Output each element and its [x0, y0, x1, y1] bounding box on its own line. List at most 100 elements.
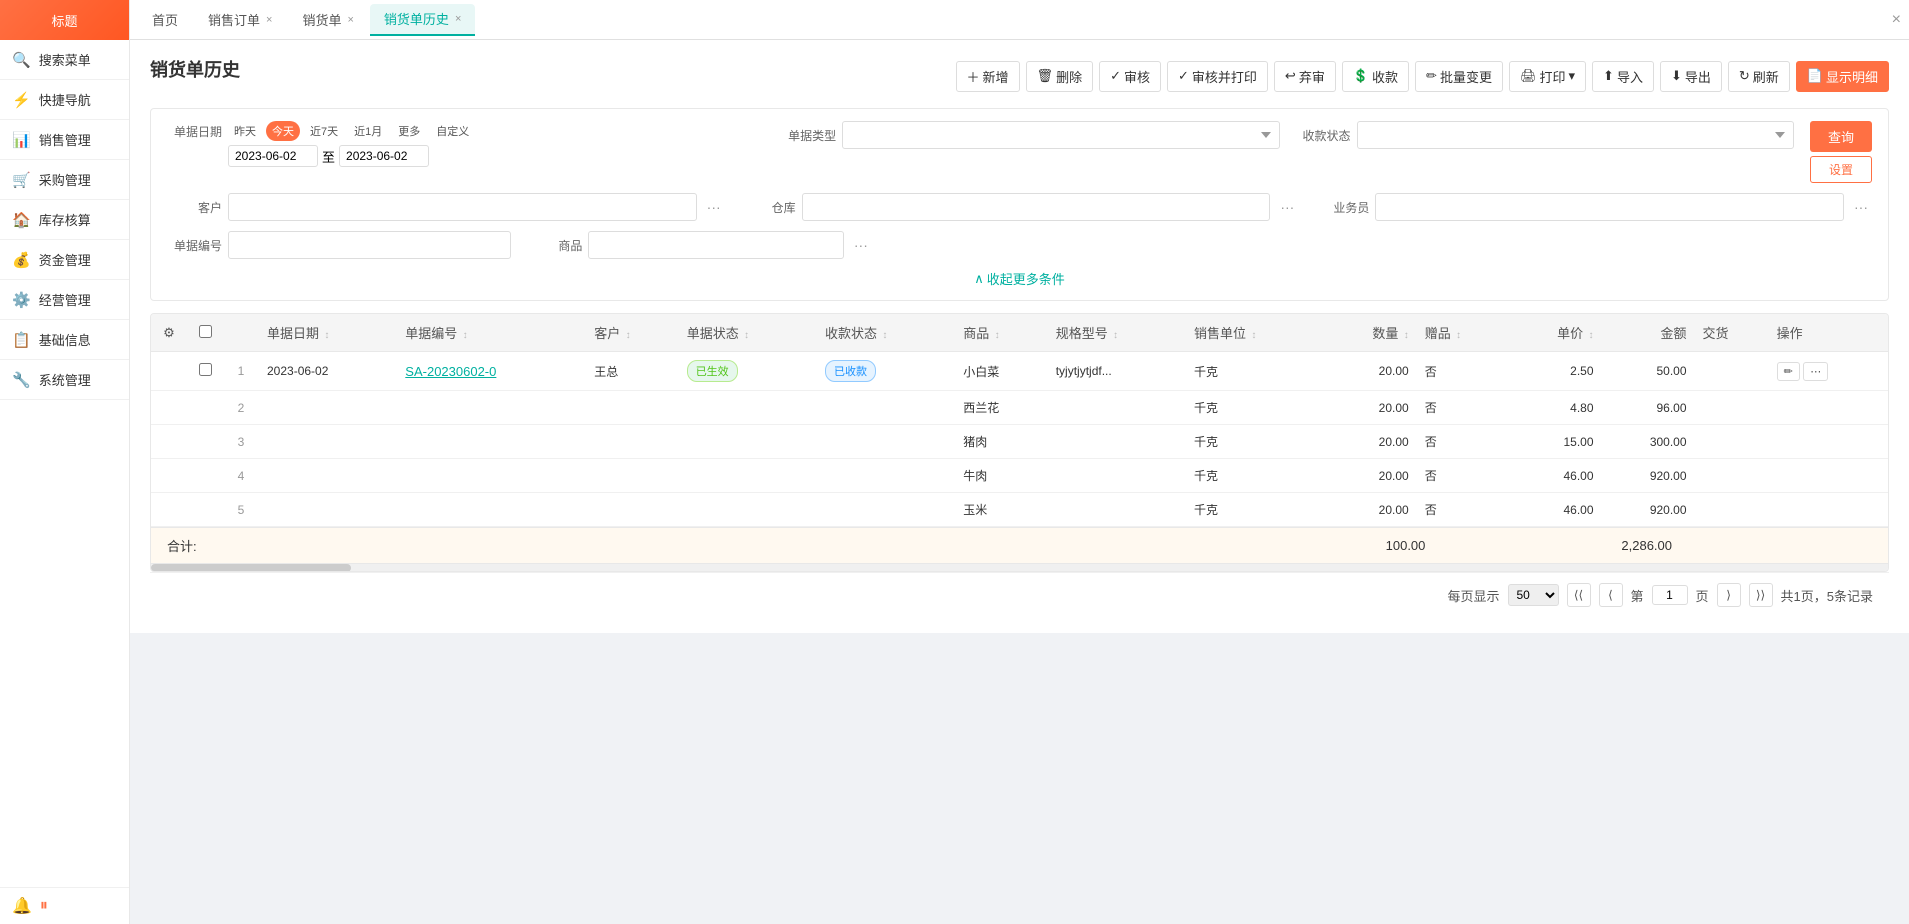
row-checkbox[interactable] [199, 363, 212, 376]
goods-cell: 西兰花 [955, 391, 1047, 425]
date-today[interactable]: 今天 [266, 121, 300, 141]
pay-status-badge: 已收款 [825, 360, 876, 382]
show-detail-button[interactable]: 📄 显示明细 [1796, 61, 1889, 92]
prev-page-button[interactable]: ⟨ [1599, 583, 1623, 607]
order-no-column[interactable]: 单据编号 ↕ [397, 314, 586, 352]
goods-column[interactable]: 商品 ↕ [955, 314, 1047, 352]
table-scrollbar-thumb[interactable] [151, 564, 351, 572]
customer-cell [586, 391, 678, 425]
gear-icon[interactable]: ⚙ [163, 325, 175, 340]
more-action[interactable]: ⋯ [1803, 362, 1828, 381]
gear-column[interactable]: ⚙ [151, 314, 187, 352]
tab-home[interactable]: 首页 [138, 4, 192, 36]
order-no-cell[interactable]: SA-20230602-0 [397, 352, 586, 391]
sidebar-item-inventory[interactable]: 🏠 库存核算 [0, 200, 129, 240]
search-menu-icon: 🔍 [12, 51, 31, 69]
date-to-input[interactable] [339, 145, 429, 167]
qty-column[interactable]: 数量 ↕ [1324, 314, 1416, 352]
order-no-input[interactable] [228, 231, 511, 259]
date-1month[interactable]: 近1月 [348, 121, 388, 141]
settings-button[interactable]: 设置 [1810, 156, 1872, 183]
unit-price-cell: 4.80 [1509, 391, 1601, 425]
pause-icon[interactable]: ⏸ [40, 897, 48, 915]
audit-button[interactable]: ✓ 审核 [1099, 61, 1161, 92]
notification-icon[interactable]: 🔔 [12, 896, 32, 916]
sidebar-item-label: 资金管理 [39, 250, 91, 269]
refresh-icon: ↻ [1739, 68, 1750, 84]
checkbox-column [187, 314, 223, 352]
unit-column[interactable]: 销售单位 ↕ [1186, 314, 1324, 352]
edit-action[interactable]: ✏ [1777, 362, 1800, 381]
doc-status-column[interactable]: 单据状态 ↕ [679, 314, 817, 352]
first-page-button[interactable]: ⟨⟨ [1567, 583, 1591, 607]
amount-column: 金额 [1602, 314, 1695, 352]
sidebar-logo[interactable]: 标题 [0, 0, 129, 40]
customer-column[interactable]: 客户 ↕ [586, 314, 678, 352]
unit-price-column[interactable]: 单价 ↕ [1509, 314, 1601, 352]
warehouse-input[interactable] [802, 193, 1271, 221]
amount-cell: 920.00 [1602, 493, 1695, 527]
abandon-button[interactable]: ↩ 弃审 [1274, 61, 1336, 92]
goods-pick-button[interactable]: ··· [850, 237, 872, 253]
sidebar-item-sales[interactable]: 📊 销售管理 [0, 120, 129, 160]
goods-input[interactable] [588, 231, 843, 259]
tab-history[interactable]: 销货单历史 × [370, 4, 475, 36]
page-number-input[interactable] [1652, 585, 1688, 605]
customer-label: 客户 [167, 199, 222, 216]
tab-sales-order[interactable]: 销售订单 × [194, 4, 286, 36]
window-close-icon[interactable]: × [1892, 11, 1901, 29]
sidebar-item-search-menu[interactable]: 🔍 搜索菜单 [0, 40, 129, 80]
gift-column[interactable]: 赠品 ↕ [1417, 314, 1509, 352]
pay-status-column[interactable]: 收款状态 ↕ [817, 314, 955, 352]
print-button[interactable]: 🖨 打印 ▾ [1509, 61, 1586, 92]
per-page-select[interactable]: 50 100 [1508, 584, 1559, 606]
date-from-input[interactable] [228, 145, 318, 167]
goods-sort-icon: ↕ [995, 330, 1000, 341]
export-button[interactable]: ⬇ 导出 [1660, 61, 1722, 92]
import-button[interactable]: ⬆ 导入 [1592, 61, 1654, 92]
staff-input[interactable] [1375, 193, 1844, 221]
refresh-button[interactable]: ↻ 刷新 [1728, 61, 1790, 92]
sidebar: 标题 🔍 搜索菜单 ⚡ 快捷导航 📊 销售管理 🛒 采购管理 🏠 库存核算 💰 … [0, 0, 130, 924]
tab-delivery-close[interactable]: × [347, 14, 353, 26]
new-button[interactable]: ＋ 新增 [956, 61, 1020, 92]
unit-price-sort-icon: ↕ [1589, 330, 1594, 341]
next-page-button[interactable]: ⟩ [1717, 583, 1741, 607]
collapse-button[interactable]: ∧ 收起更多条件 [167, 269, 1872, 288]
seq-column [223, 314, 259, 352]
tab-delivery[interactable]: 销货单 × [288, 4, 367, 36]
sidebar-item-sys[interactable]: 🔧 系统管理 [0, 360, 129, 400]
delete-button[interactable]: 🗑 删除 [1026, 61, 1094, 92]
sidebar-item-quick-nav[interactable]: ⚡ 快捷导航 [0, 80, 129, 120]
order-no-link[interactable]: SA-20230602-0 [405, 364, 496, 379]
customer-pick-button[interactable]: ··· [703, 199, 725, 215]
sidebar-item-finance[interactable]: 💰 资金管理 [0, 240, 129, 280]
table-row: 3 猪肉 千克 20.00 否 15.00 300. [151, 425, 1888, 459]
tab-history-close[interactable]: × [455, 13, 461, 25]
receive-button[interactable]: 💲 收款 [1342, 61, 1409, 92]
type-select[interactable] [842, 121, 1279, 149]
spec-cell: tyjytjytjdf... [1048, 352, 1186, 391]
date-7days[interactable]: 近7天 [304, 121, 344, 141]
date-column[interactable]: 单据日期 ↕ [259, 314, 397, 352]
query-button[interactable]: 查询 [1810, 121, 1872, 152]
date-sort-icon: ↕ [324, 330, 329, 341]
date-yesterday[interactable]: 昨天 [228, 121, 262, 141]
warehouse-pick-button[interactable]: ··· [1276, 199, 1298, 215]
batch-change-button[interactable]: ✏ 批量变更 [1415, 61, 1503, 92]
last-page-button[interactable]: ⟩⟩ [1749, 583, 1773, 607]
date-custom[interactable]: 自定义 [430, 121, 475, 141]
sidebar-item-basic-info[interactable]: 📋 基础信息 [0, 320, 129, 360]
page-content: 销货单历史 ＋ 新增 🗑 删除 ✓ 审核 ✓ [130, 40, 1909, 924]
sidebar-item-ops[interactable]: ⚙️ 经营管理 [0, 280, 129, 320]
audit-print-button[interactable]: ✓ 审核并打印 [1167, 61, 1268, 92]
sidebar-item-purchase[interactable]: 🛒 采购管理 [0, 160, 129, 200]
tab-sales-order-close[interactable]: × [266, 14, 272, 26]
staff-pick-button[interactable]: ··· [1850, 199, 1872, 215]
date-more[interactable]: 更多 [392, 121, 426, 141]
spec-column[interactable]: 规格型号 ↕ [1048, 314, 1186, 352]
table-scrollbar[interactable] [151, 563, 1888, 571]
select-all-checkbox[interactable] [199, 325, 212, 338]
payment-select[interactable] [1357, 121, 1794, 149]
customer-input[interactable] [228, 193, 697, 221]
